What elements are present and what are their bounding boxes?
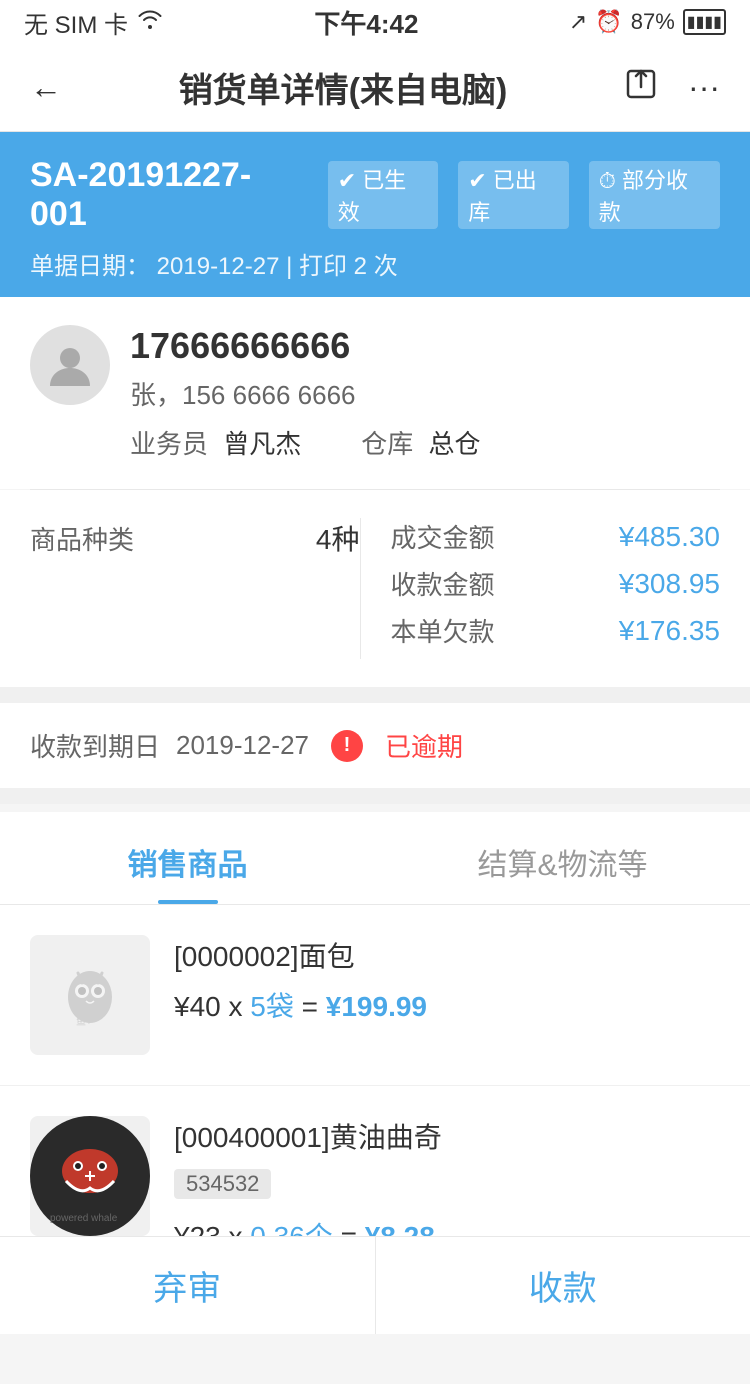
received-value: ¥308.95 — [619, 568, 720, 600]
wifi-icon — [136, 8, 164, 36]
battery-text: 87% — [631, 9, 675, 35]
order-id: SA-20191227-001 — [30, 156, 308, 234]
debt-value: ¥176.35 — [619, 615, 720, 647]
customer-id: 17666666666 — [130, 325, 720, 367]
reject-button[interactable]: 弃审 — [0, 1237, 376, 1334]
sales-rep-label: 业务员 — [130, 429, 208, 459]
summary-left: 商品种类 4种 — [30, 518, 361, 659]
collect-button[interactable]: 收款 — [376, 1237, 750, 1334]
overdue-icon: ! — [331, 730, 363, 762]
due-date-value: 2019-12-27 — [176, 730, 309, 761]
warehouse-label: 仓库 — [361, 429, 413, 459]
location-icon: ↗ — [569, 9, 587, 35]
print-info: | 打印 2 次 — [286, 253, 398, 280]
amount-value: ¥485.30 — [619, 521, 720, 553]
received-item: 收款金额 ¥308.95 — [391, 565, 721, 602]
nav-actions: ··· — [624, 67, 720, 109]
debt-item: 本单欠款 ¥176.35 — [391, 612, 721, 649]
battery-icon: ▮▮▮▮ — [683, 9, 726, 35]
avatar — [30, 325, 110, 405]
status-left: 无 SIM 卡 — [24, 5, 164, 40]
customer-section: 17666666666 张，156 6666 6666 业务员 曾凡杰 仓库 总… — [0, 297, 750, 489]
share-icon[interactable] — [624, 67, 658, 109]
sales-rep-value: 曾凡杰 — [223, 429, 301, 459]
banner-row1: SA-20191227-001 ✔ 已生效 ✔ 已出库 ⏱ 部分收款 — [30, 156, 720, 234]
page-title: 销货单详情(来自电脑) — [179, 63, 508, 112]
sim-status: 无 SIM 卡 — [24, 5, 128, 40]
product-thumb-1: 鱼+ — [30, 935, 150, 1055]
product-code-2: [000400001]黄油曲奇 — [174, 1116, 720, 1156]
product-unit-price-1: ¥40 — [174, 991, 221, 1022]
date-label: 单据日期： — [30, 253, 150, 280]
product-thumb-2: powered whale — [30, 1116, 150, 1236]
svg-text:鱼+: 鱼+ — [76, 1015, 92, 1028]
product-price-1: ¥40 x 5袋 = ¥199.99 — [174, 985, 720, 1025]
due-date-label: 收款到期日 — [30, 727, 160, 764]
customer-info: 17666666666 张，156 6666 6666 业务员 曾凡杰 仓库 总… — [130, 325, 720, 461]
back-button[interactable]: ← — [30, 69, 62, 106]
amount-label: 成交金额 — [391, 518, 495, 555]
product-kinds: 商品种类 4种 — [30, 518, 360, 558]
tab-products[interactable]: 销售商品 — [0, 812, 375, 904]
section-divider-2 — [0, 788, 750, 804]
warehouse-info: 仓库 总仓 — [361, 424, 480, 461]
badge-dispatched: ✔ 已出库 — [458, 161, 569, 229]
tabs-container: 销售商品 结算&物流等 — [0, 812, 750, 905]
nav-bar: ← 销货单详情(来自电脑) ··· — [0, 44, 750, 132]
product-total-1: ¥199.99 — [326, 991, 427, 1022]
customer-meta: 业务员 曾凡杰 仓库 总仓 — [130, 424, 720, 461]
product-list: 鱼+ [0000002]面包 ¥40 x 5袋 = ¥199.99 — [0, 905, 750, 1286]
customer-name-phone: 张，156 6666 6666 — [130, 375, 720, 412]
amount-item: 成交金额 ¥485.30 — [391, 518, 721, 555]
sales-rep-info: 业务员 曾凡杰 — [130, 424, 301, 461]
summary-section: 商品种类 4种 成交金额 ¥485.30 收款金额 ¥308.95 本单欠款 ¥… — [0, 490, 750, 687]
product-info-2: [000400001]黄油曲奇 534532 ¥23 x 0.36个 = ¥8.… — [174, 1116, 720, 1255]
list-item: 鱼+ [0000002]面包 ¥40 x 5袋 = ¥199.99 — [0, 905, 750, 1086]
badge-effective: ✔ 已生效 — [328, 161, 439, 229]
tab-settlement[interactable]: 结算&物流等 — [375, 812, 750, 904]
warehouse-value: 总仓 — [429, 429, 481, 459]
alarm-icon: ⏰ — [595, 9, 622, 35]
status-time: 下午4:42 — [314, 4, 418, 41]
banner-row2: 单据日期： 2019-12-27 | 打印 2 次 — [30, 246, 720, 281]
order-header: SA-20191227-001 ✔ 已生效 ✔ 已出库 ⏱ 部分收款 单据日期：… — [0, 132, 750, 297]
section-divider-1 — [0, 687, 750, 703]
summary-right: 成交金额 ¥485.30 收款金额 ¥308.95 本单欠款 ¥176.35 — [391, 518, 721, 659]
due-date-section: 收款到期日 2019-12-27 ! 已逾期 — [0, 703, 750, 788]
overdue-text: 已逾期 — [385, 727, 463, 764]
more-icon[interactable]: ··· — [688, 69, 720, 106]
product-info-1: [0000002]面包 ¥40 x 5袋 = ¥199.99 — [174, 935, 720, 1025]
product-tag-2: 534532 — [174, 1169, 271, 1199]
bottom-bar: 弃审 收款 — [0, 1236, 750, 1334]
product-qty-1: 5袋 — [250, 991, 294, 1022]
badge-partial-payment: ⏱ 部分收款 — [589, 161, 720, 229]
status-right: ↗ ⏰ 87% ▮▮▮▮ — [569, 9, 726, 35]
status-bar: 无 SIM 卡 下午4:42 ↗ ⏰ 87% ▮▮▮▮ — [0, 0, 750, 44]
received-label: 收款金额 — [391, 565, 495, 602]
kind-count: 4种 — [316, 518, 360, 558]
kind-label: 商品种类 — [30, 520, 134, 557]
debt-label: 本单欠款 — [391, 612, 495, 649]
svg-text:powered whale: powered whale — [50, 1213, 118, 1224]
order-date: 2019-12-27 — [157, 253, 280, 280]
product-code-1: [0000002]面包 — [174, 935, 720, 975]
